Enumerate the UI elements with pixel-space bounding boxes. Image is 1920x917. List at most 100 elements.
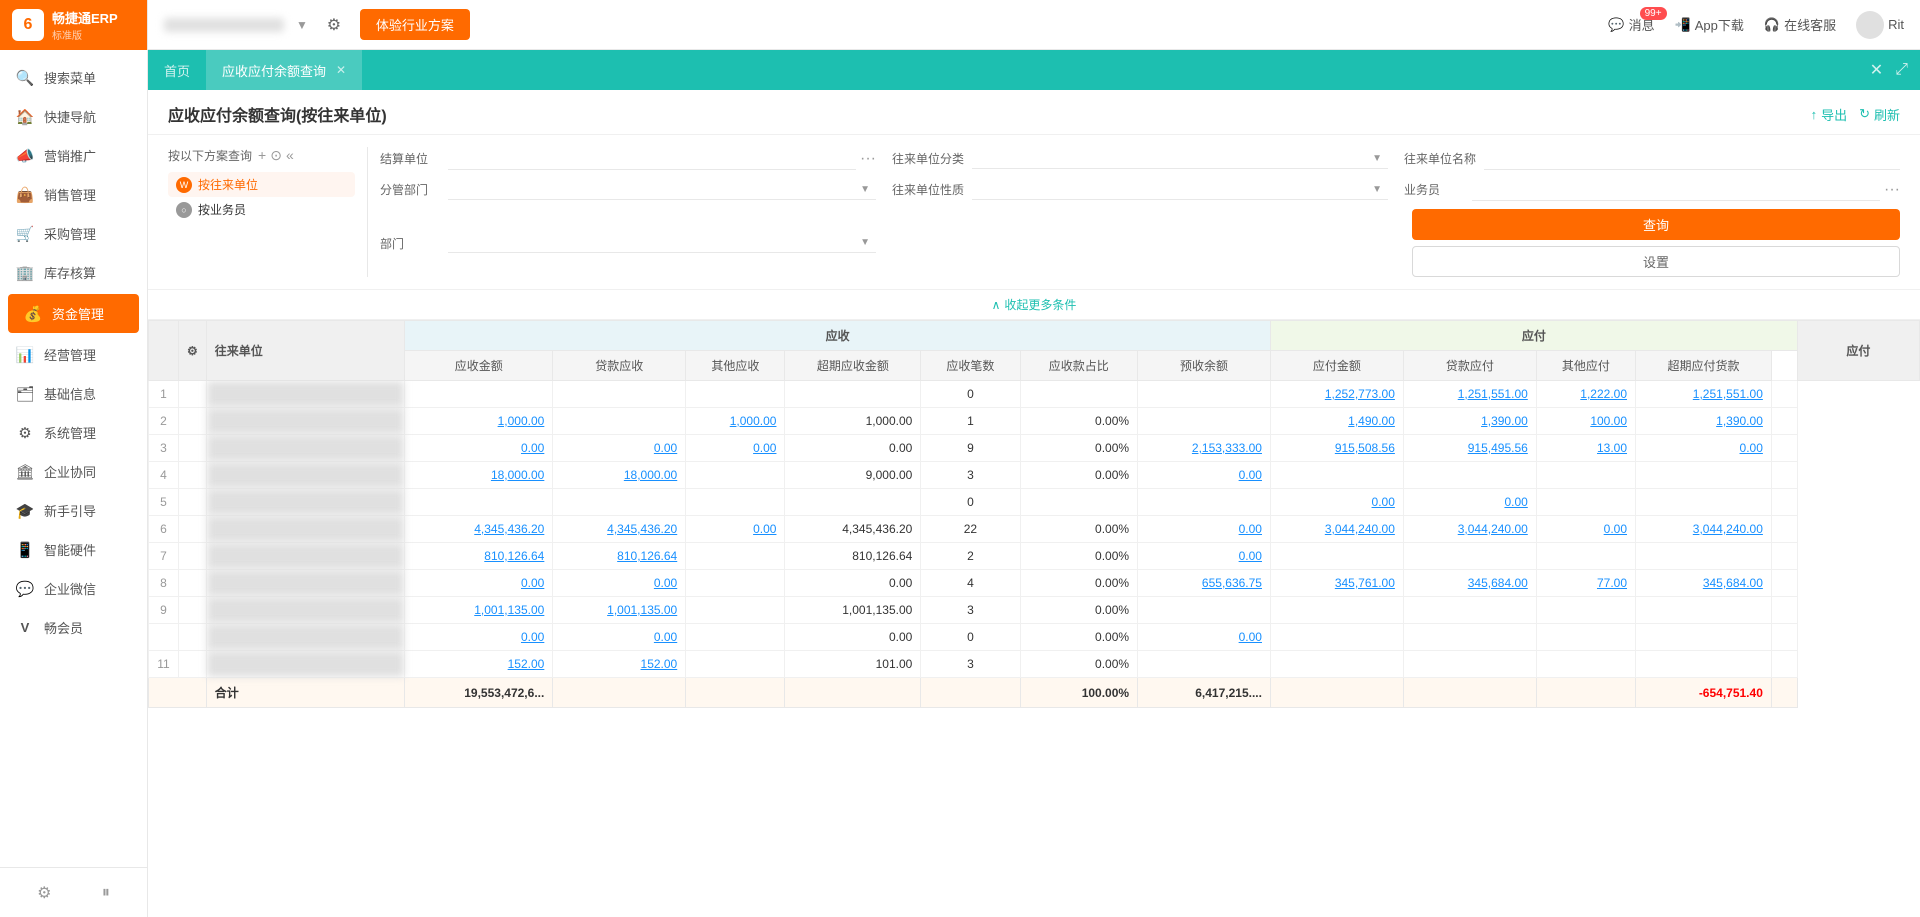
ap-loan[interactable]: 1,251,551.00 [1403,381,1536,408]
ap-overdue[interactable] [1636,597,1772,624]
sidebar-settings-icon[interactable]: ⚙ [37,883,51,903]
ar-amount[interactable]: 18,000.00 [405,462,553,489]
ar-other[interactable] [686,597,785,624]
sidebar-item-member[interactable]: V 畅会员 [0,608,147,647]
ap-amount[interactable]: 1,490.00 [1270,408,1403,435]
user-avatar[interactable]: Rit [1856,11,1904,39]
sidebar-item-system[interactable]: ⚙ 系统管理 [0,413,147,452]
message-button[interactable]: 💬 消息 99+ [1608,15,1654,34]
ap-overdue[interactable] [1636,624,1772,651]
ap-other[interactable] [1536,543,1635,570]
ap-other[interactable] [1536,489,1635,516]
ar-prepay[interactable]: 0.00 [1138,624,1271,651]
ar-loan[interactable]: 810,126.64 [553,543,686,570]
tab-maximize-icon[interactable]: ⤢ [1895,61,1908,79]
ar-prepay[interactable] [1138,651,1271,678]
ar-other[interactable] [686,570,785,597]
solution-button[interactable]: 体验行业方案 [360,9,470,40]
ap-amount[interactable]: 3,044,240.00 [1270,516,1403,543]
ar-other[interactable] [686,381,785,408]
filter-option-by-customer[interactable]: W 按往来单位 [168,172,355,197]
ar-amount[interactable]: 0.00 [405,624,553,651]
collapse-more-bar[interactable]: ∧ 收起更多条件 [148,290,1920,320]
ar-loan[interactable]: 0.00 [553,570,686,597]
ar-loan[interactable] [553,381,686,408]
ar-amount[interactable]: 810,126.64 [405,543,553,570]
ap-overdue[interactable] [1636,462,1772,489]
ap-overdue[interactable]: 1,251,551.00 [1636,381,1772,408]
sidebar-item-sales[interactable]: 👜 销售管理 [0,175,147,214]
ap-loan[interactable] [1403,543,1536,570]
ap-loan[interactable]: 915,495.56 [1403,435,1536,462]
ar-loan[interactable]: 152.00 [553,651,686,678]
sidebar-item-search[interactable]: 🔍 搜索菜单 [0,58,147,97]
ap-loan[interactable] [1403,462,1536,489]
ar-prepay[interactable]: 0.00 [1138,516,1271,543]
ar-other[interactable] [686,651,785,678]
header-gear-icon[interactable]: ⚙ [320,11,348,39]
refresh-button[interactable]: ↻ 刷新 [1859,105,1900,124]
ap-amount[interactable] [1270,462,1403,489]
sidebar-item-operation[interactable]: 📊 经营管理 [0,335,147,374]
salesperson-input[interactable] [1472,178,1880,201]
ar-amount[interactable]: 0.00 [405,435,553,462]
ar-other[interactable] [686,462,785,489]
ap-loan[interactable] [1403,624,1536,651]
sidebar-item-wechat[interactable]: 💬 企业微信 [0,569,147,608]
ar-other[interactable] [686,489,785,516]
ar-amount[interactable]: 0.00 [405,570,553,597]
ar-amount[interactable] [405,381,553,408]
sidebar-item-basic[interactable]: 🗂 基础信息 [0,374,147,413]
ap-amount[interactable] [1270,597,1403,624]
ar-loan[interactable] [553,489,686,516]
ap-loan[interactable]: 345,684.00 [1403,570,1536,597]
ap-amount[interactable]: 0.00 [1270,489,1403,516]
ap-overdue[interactable]: 345,684.00 [1636,570,1772,597]
ar-prepay[interactable]: 2,153,333.00 [1138,435,1271,462]
sidebar-item-purchase[interactable]: 🛒 采购管理 [0,214,147,253]
ap-amount[interactable] [1270,543,1403,570]
ap-amount[interactable]: 345,761.00 [1270,570,1403,597]
ar-amount[interactable]: 1,001,135.00 [405,597,553,624]
export-button[interactable]: ↑ 导出 [1811,105,1848,124]
partner-category-select[interactable]: ▼ [972,149,1388,169]
ap-amount[interactable] [1270,624,1403,651]
ap-amount[interactable]: 1,252,773.00 [1270,381,1403,408]
sidebar-item-hardware[interactable]: 📱 智能硬件 [0,530,147,569]
header-dropdown[interactable]: ▼ [296,18,308,32]
dept-manager-select[interactable]: ▼ [448,180,876,200]
ap-other[interactable]: 77.00 [1536,570,1635,597]
ap-loan[interactable] [1403,651,1536,678]
sidebar-item-marketing[interactable]: 📣 营销推广 [0,136,147,175]
ar-loan[interactable]: 1,001,135.00 [553,597,686,624]
ap-overdue[interactable]: 0.00 [1636,435,1772,462]
sidebar-collapse-icon[interactable]: ⏸ [102,884,110,902]
ap-amount[interactable] [1270,651,1403,678]
sidebar-item-corp[interactable]: 🏛 企业协同 [0,452,147,491]
settlement-unit-input[interactable] [448,147,856,170]
ar-other[interactable]: 0.00 [686,435,785,462]
ap-other[interactable] [1536,597,1635,624]
sidebar-item-inventory[interactable]: 🏢 库存核算 [0,253,147,292]
ap-other[interactable] [1536,462,1635,489]
service-button[interactable]: 🎧 在线客服 [1764,15,1836,34]
tab-close-window-icon[interactable]: ✕ [1870,60,1883,80]
ar-prepay[interactable]: 0.00 [1138,462,1271,489]
ap-overdue[interactable] [1636,651,1772,678]
settings-button[interactable]: 设置 [1412,246,1900,277]
ar-amount[interactable] [405,489,553,516]
ar-loan[interactable]: 18,000.00 [553,462,686,489]
ap-loan[interactable]: 0.00 [1403,489,1536,516]
ap-other[interactable]: 13.00 [1536,435,1635,462]
ap-loan[interactable] [1403,597,1536,624]
ap-overdue[interactable]: 1,390.00 [1636,408,1772,435]
ar-other[interactable] [686,624,785,651]
ar-loan[interactable]: 4,345,436.20 [553,516,686,543]
ar-prepay[interactable] [1138,381,1271,408]
ar-loan[interactable]: 0.00 [553,624,686,651]
partner-name-input[interactable] [1484,147,1900,170]
partner-nature-select[interactable]: ▼ [972,180,1388,200]
filter-option-by-staff[interactable]: ○ 按业务员 [168,197,355,222]
ar-amount[interactable]: 4,345,436.20 [405,516,553,543]
col-settings[interactable]: ⚙ [179,321,207,381]
